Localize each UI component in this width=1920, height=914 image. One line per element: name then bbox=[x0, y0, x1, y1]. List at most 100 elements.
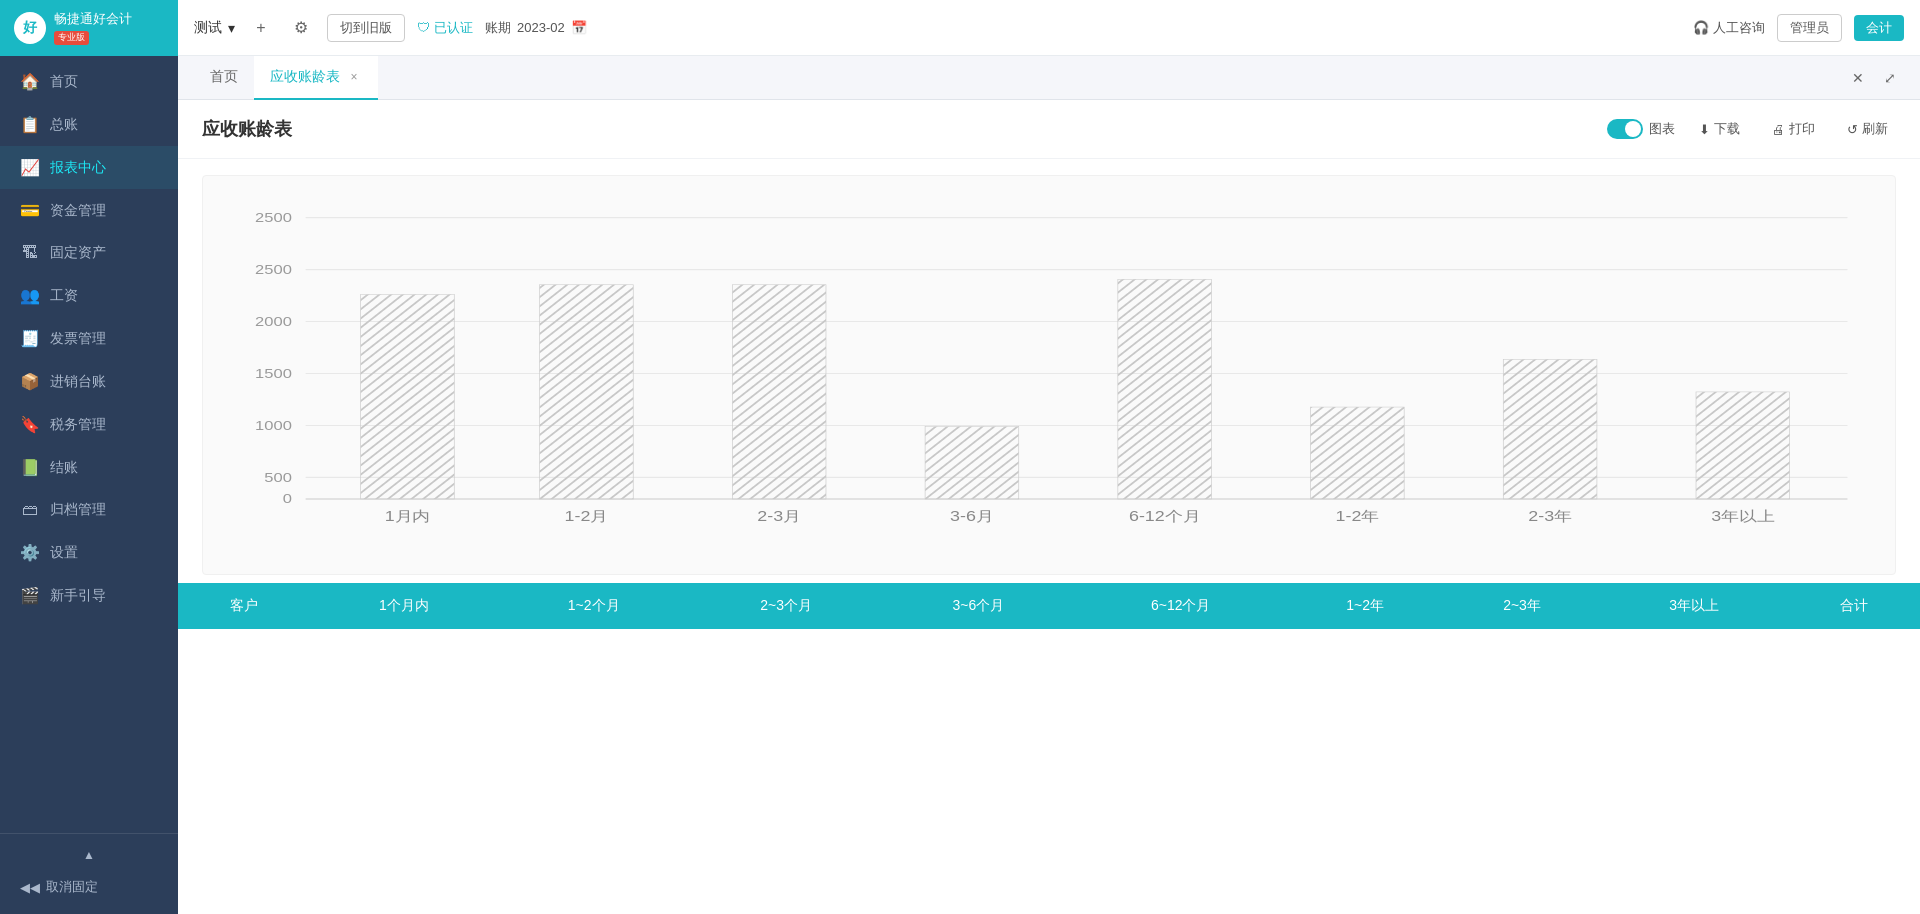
sidebar: 好 畅捷通好会计 专业版 🏠 首页 📋 总账 📈 报表中心 💳 资金管理 🏗 固… bbox=[0, 0, 178, 914]
home-icon: 🏠 bbox=[20, 72, 40, 91]
report-actions: 图表 ⬇ 下载 🖨 打印 ↺ 刷新 bbox=[1607, 116, 1896, 142]
close-tab-btn[interactable]: ✕ bbox=[1844, 64, 1872, 92]
calendar-icon[interactable]: 📅 bbox=[571, 20, 587, 35]
svg-text:2500: 2500 bbox=[255, 211, 292, 225]
tabs-bar: 首页 应收账龄表 × ✕ ⤢ bbox=[178, 56, 1920, 100]
acct-btn[interactable]: 会计 bbox=[1854, 15, 1904, 41]
sidebar-item-closing[interactable]: 📗 结账 bbox=[0, 446, 178, 489]
workspace-arrow-icon: ▾ bbox=[228, 20, 235, 36]
sidebar-item-payroll-label: 工资 bbox=[50, 287, 78, 305]
sidebar-item-payroll[interactable]: 👥 工资 bbox=[0, 274, 178, 317]
sidebar-item-reports[interactable]: 📈 报表中心 bbox=[0, 146, 178, 189]
closing-icon: 📗 bbox=[20, 458, 40, 477]
sidebar-item-home[interactable]: 🏠 首页 bbox=[0, 60, 178, 103]
reports-icon: 📈 bbox=[20, 158, 40, 177]
cancel-fixed-btn[interactable]: ◀◀ 取消固定 bbox=[0, 868, 178, 906]
sidebar-item-ledger-label: 总账 bbox=[50, 116, 78, 134]
sidebar-item-ledger[interactable]: 📋 总账 bbox=[0, 103, 178, 146]
col-1-2y: 1~2年 bbox=[1287, 583, 1444, 629]
bar-3-6m bbox=[925, 427, 1019, 500]
bar-1m bbox=[361, 294, 455, 499]
settings-icon: ⚙️ bbox=[20, 543, 40, 562]
refresh-btn[interactable]: ↺ 刷新 bbox=[1839, 116, 1896, 142]
col-3y-plus: 3年以上 bbox=[1600, 583, 1787, 629]
cancel-fixed-icon: ◀◀ bbox=[20, 880, 40, 895]
verified-label: 已认证 bbox=[434, 19, 473, 37]
bar-1-2y bbox=[1311, 407, 1405, 499]
period-label: 账期 bbox=[485, 19, 511, 37]
consult-btn[interactable]: 🎧 人工咨询 bbox=[1693, 19, 1765, 37]
add-workspace-btn[interactable]: + bbox=[247, 14, 275, 42]
expand-tab-btn[interactable]: ⤢ bbox=[1876, 64, 1904, 92]
chart-area: 0 500 1000 1500 2000 2500 2500 bbox=[178, 159, 1920, 583]
chart-container: 0 500 1000 1500 2000 2500 2500 bbox=[202, 175, 1896, 575]
page-inner: 应收账龄表 图表 ⬇ 下载 🖨 打印 ↺ bbox=[178, 100, 1920, 914]
bar-2-3y bbox=[1503, 359, 1597, 499]
assets-icon: 🏗 bbox=[20, 244, 40, 262]
bar-6-12m bbox=[1118, 279, 1212, 499]
tab-home[interactable]: 首页 bbox=[194, 56, 254, 100]
sidebar-item-funds[interactable]: 💳 资金管理 bbox=[0, 189, 178, 232]
sidebar-scroll-up[interactable]: ▲ bbox=[0, 842, 178, 868]
svg-text:2-3月: 2-3月 bbox=[757, 508, 801, 524]
table-head: 客户 1个月内 1~2个月 2~3个月 3~6个月 6~12个月 1~2年 2~… bbox=[178, 583, 1920, 629]
switch-version-btn[interactable]: 切到旧版 bbox=[327, 14, 405, 42]
app-name: 畅捷通好会计 bbox=[54, 11, 132, 28]
download-icon: ⬇ bbox=[1699, 122, 1710, 137]
svg-text:2000: 2000 bbox=[255, 315, 292, 329]
col-1-2m: 1~2个月 bbox=[497, 583, 689, 629]
sidebar-item-inventory-label: 进销台账 bbox=[50, 373, 106, 391]
svg-text:1000: 1000 bbox=[255, 418, 292, 432]
sidebar-item-archive[interactable]: 🗃 归档管理 bbox=[0, 489, 178, 531]
headset-icon: 🎧 bbox=[1693, 20, 1709, 35]
sidebar-item-invoice-label: 发票管理 bbox=[50, 330, 106, 348]
page-content: 应收账龄表 图表 ⬇ 下载 🖨 打印 ↺ bbox=[178, 100, 1920, 914]
col-2-3m: 2~3个月 bbox=[690, 583, 882, 629]
sidebar-item-settings[interactable]: ⚙️ 设置 bbox=[0, 531, 178, 574]
sidebar-item-home-label: 首页 bbox=[50, 73, 78, 91]
sidebar-item-guide[interactable]: 🎬 新手引导 bbox=[0, 574, 178, 617]
sidebar-item-inventory[interactable]: 📦 进销台账 bbox=[0, 360, 178, 403]
guide-icon: 🎬 bbox=[20, 586, 40, 605]
col-total: 合计 bbox=[1788, 583, 1920, 629]
sidebar-item-assets-label: 固定资产 bbox=[50, 244, 106, 262]
sidebar-bottom: ▲ ◀◀ 取消固定 bbox=[0, 833, 178, 914]
tab-home-label: 首页 bbox=[210, 68, 238, 86]
bar-2-3m bbox=[732, 285, 826, 499]
download-btn[interactable]: ⬇ 下载 bbox=[1691, 116, 1748, 142]
period-value: 2023-02 bbox=[517, 20, 565, 35]
sidebar-item-assets[interactable]: 🏗 固定资产 bbox=[0, 232, 178, 274]
svg-text:6-12个月: 6-12个月 bbox=[1129, 508, 1200, 524]
main-content: 测试 ▾ + ⚙ 切到旧版 🛡 已认证 账期 2023-02 📅 🎧 人工咨询 … bbox=[178, 0, 1920, 914]
sidebar-item-invoice[interactable]: 🧾 发票管理 bbox=[0, 317, 178, 360]
svg-text:1-2月: 1-2月 bbox=[565, 508, 609, 524]
svg-text:2500: 2500 bbox=[255, 263, 292, 277]
print-btn[interactable]: 🖨 打印 bbox=[1764, 116, 1823, 142]
tab-close-btn[interactable]: × bbox=[346, 69, 362, 85]
sidebar-item-guide-label: 新手引导 bbox=[50, 587, 106, 605]
toggle-chart-btn[interactable]: 图表 bbox=[1607, 119, 1675, 139]
payroll-icon: 👥 bbox=[20, 286, 40, 305]
bar-3y-plus bbox=[1696, 392, 1790, 499]
ledger-icon: 📋 bbox=[20, 115, 40, 134]
svg-text:1500: 1500 bbox=[255, 366, 292, 380]
svg-text:2-3年: 2-3年 bbox=[1528, 508, 1572, 524]
topbar: 测试 ▾ + ⚙ 切到旧版 🛡 已认证 账期 2023-02 📅 🎧 人工咨询 … bbox=[178, 0, 1920, 56]
workspace-name: 测试 bbox=[194, 19, 222, 37]
refresh-icon: ↺ bbox=[1847, 122, 1858, 137]
sidebar-item-reports-label: 报表中心 bbox=[50, 159, 106, 177]
settings-btn[interactable]: ⚙ bbox=[287, 14, 315, 42]
funds-icon: 💳 bbox=[20, 201, 40, 220]
col-6-12m: 6~12个月 bbox=[1075, 583, 1287, 629]
tab-aging[interactable]: 应收账龄表 × bbox=[254, 56, 378, 100]
sidebar-item-tax[interactable]: 🔖 税务管理 bbox=[0, 403, 178, 446]
chart-toggle-switch[interactable] bbox=[1607, 119, 1643, 139]
col-3-6m: 3~6个月 bbox=[882, 583, 1074, 629]
report-header: 应收账龄表 图表 ⬇ 下载 🖨 打印 ↺ bbox=[178, 100, 1920, 159]
user-btn[interactable]: 管理员 bbox=[1777, 14, 1842, 42]
sidebar-nav: 🏠 首页 📋 总账 📈 报表中心 💳 资金管理 🏗 固定资产 👥 工资 🧾 发票… bbox=[0, 56, 178, 833]
col-2-3y: 2~3年 bbox=[1444, 583, 1601, 629]
shield-icon: 🛡 bbox=[417, 20, 430, 35]
svg-text:1-2年: 1-2年 bbox=[1336, 508, 1380, 524]
workspace-selector[interactable]: 测试 ▾ bbox=[194, 19, 235, 37]
